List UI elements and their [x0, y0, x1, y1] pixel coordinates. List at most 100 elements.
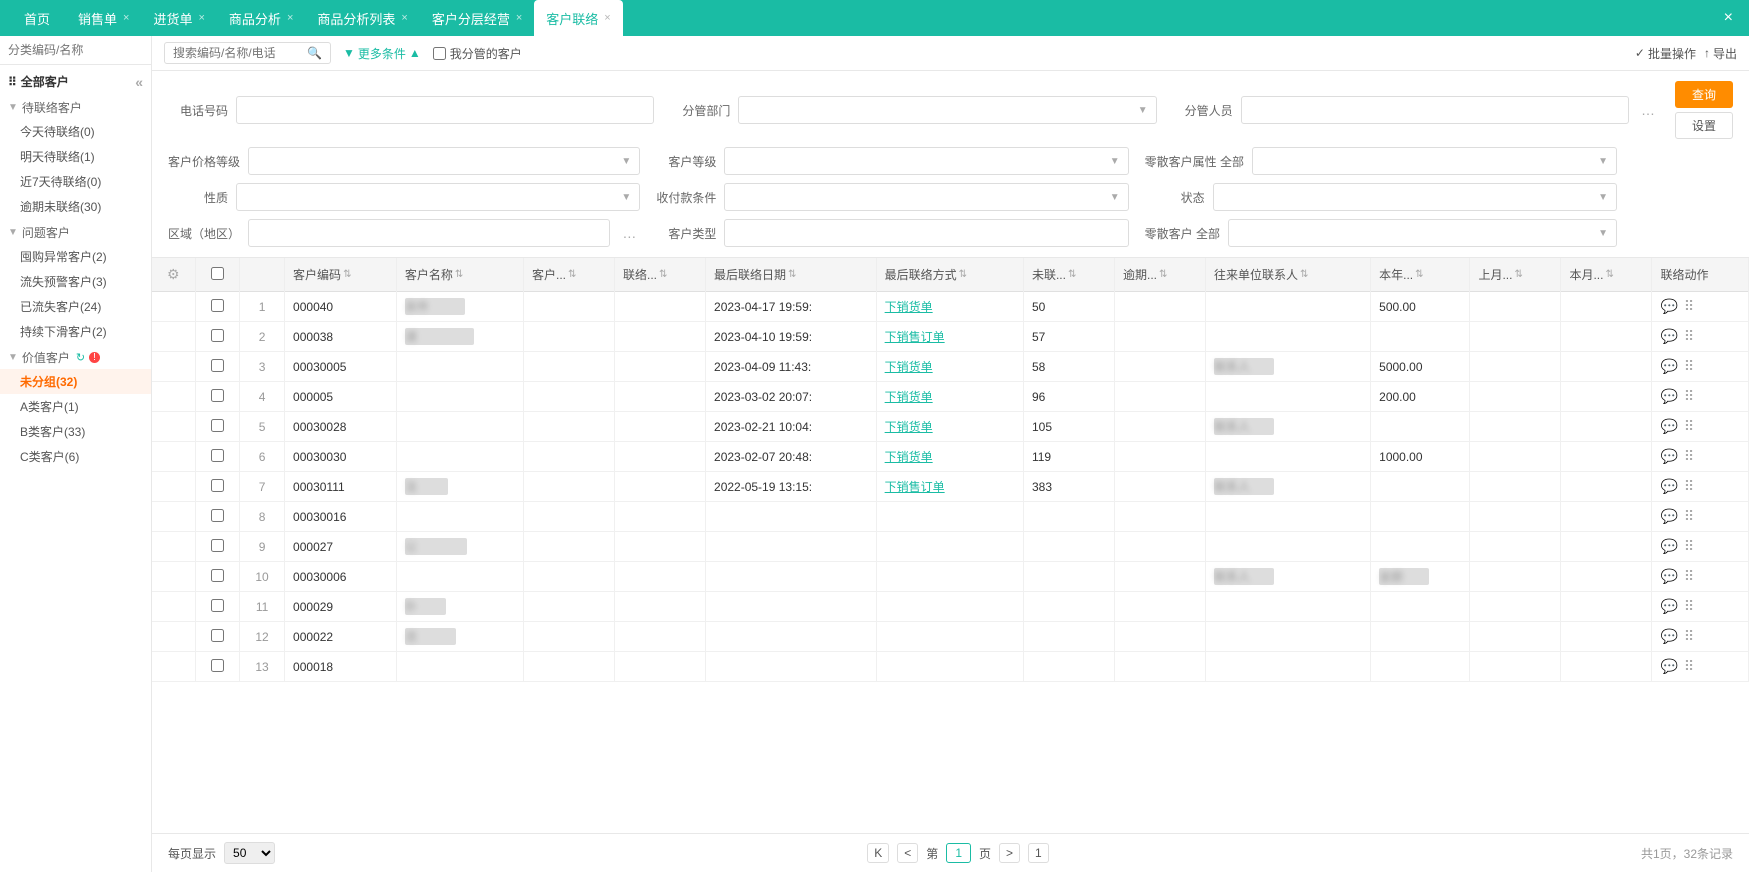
row-last-method[interactable]: 下销售订单: [876, 472, 1023, 502]
sidebar-item-today-pending[interactable]: 今天待联络(0): [0, 119, 151, 144]
all-customers-header[interactable]: ⠿ 全部客户 «: [0, 65, 151, 94]
settings-column-header[interactable]: ⚙: [152, 258, 195, 292]
chat-icon[interactable]: 💬: [1660, 598, 1677, 615]
row-checkbox[interactable]: [211, 569, 224, 582]
product-analysis-tab-close[interactable]: ×: [287, 12, 293, 24]
reset-button[interactable]: 设置: [1675, 112, 1733, 139]
sidebar-item-lost-customers[interactable]: 已流失客户(24): [0, 294, 151, 319]
first-page-button[interactable]: K: [867, 843, 889, 863]
sidebar-item-7days-pending[interactable]: 近7天待联络(0): [0, 169, 151, 194]
customer-type-column-header[interactable]: 客户... ⇅: [523, 258, 614, 292]
row-last-method[interactable]: 下销货单: [876, 292, 1023, 322]
grid-actions-icon[interactable]: ⠿: [1684, 448, 1694, 465]
select-all-checkbox[interactable]: [211, 267, 224, 280]
nav-tab-home[interactable]: 首页: [8, 0, 66, 36]
filter-more-conditions[interactable]: ▼ 更多条件 ▲: [343, 45, 421, 62]
row-checkbox[interactable]: [211, 599, 224, 612]
nav-close-all[interactable]: ×: [1716, 9, 1741, 27]
dept-select[interactable]: ▼: [738, 96, 1156, 124]
phone-input[interactable]: [236, 96, 654, 124]
row-last-method[interactable]: 下销货单: [876, 382, 1023, 412]
row-checkbox[interactable]: [211, 419, 224, 432]
row-settings-icon[interactable]: [152, 562, 195, 592]
value-customers-refresh-icon[interactable]: ↻: [76, 351, 85, 364]
nav-tab-sales-order[interactable]: 销售单 ×: [66, 0, 141, 36]
chat-icon[interactable]: 💬: [1660, 628, 1677, 645]
row-settings-icon[interactable]: [152, 322, 195, 352]
row-settings-icon[interactable]: [152, 592, 195, 622]
row-settings-icon[interactable]: [152, 412, 195, 442]
row-last-method[interactable]: 下销货单: [876, 412, 1023, 442]
chat-icon[interactable]: 💬: [1660, 418, 1677, 435]
export-button[interactable]: ↑ 导出: [1704, 45, 1737, 62]
price-level-select[interactable]: ▼: [248, 147, 640, 175]
row-last-method[interactable]: 下销售订单: [876, 322, 1023, 352]
sidebar-item-overdue-pending[interactable]: 逾期未联络(30): [0, 194, 151, 219]
next-page-button[interactable]: >: [999, 843, 1020, 863]
row-checkbox[interactable]: [211, 449, 224, 462]
row-checkbox[interactable]: [211, 509, 224, 522]
last-method-link[interactable]: 下销货单: [885, 450, 933, 464]
chat-icon[interactable]: 💬: [1660, 538, 1677, 555]
payment-terms-select[interactable]: ▼: [724, 183, 1128, 211]
sidebar-item-churn-warning[interactable]: 流失预警客户(3): [0, 269, 151, 294]
sidebar-item-tomorrow-pending[interactable]: 明天待联络(1): [0, 144, 151, 169]
row-checkbox[interactable]: [211, 389, 224, 402]
customer-contact-tab-close[interactable]: ×: [604, 12, 610, 24]
grid-actions-icon[interactable]: ⠿: [1684, 568, 1694, 585]
sidebar-search-input[interactable]: [8, 43, 152, 57]
grid-actions-icon[interactable]: ⠿: [1684, 628, 1694, 645]
chat-icon[interactable]: 💬: [1660, 328, 1677, 345]
row-checkbox[interactable]: [211, 479, 224, 492]
nav-tab-product-analysis-list[interactable]: 商品分析列表 ×: [305, 0, 419, 36]
prev-page-button[interactable]: <: [897, 843, 918, 863]
last-method-link[interactable]: 下销货单: [885, 360, 933, 374]
region-input[interactable]: [248, 219, 610, 247]
filter-search-input[interactable]: [173, 46, 303, 60]
customer-level-select[interactable]: ▼: [724, 147, 1128, 175]
chat-icon[interactable]: 💬: [1660, 658, 1677, 675]
my-customers-filter[interactable]: 我分管的客户: [433, 45, 522, 62]
chat-icon[interactable]: 💬: [1660, 388, 1677, 405]
row-last-method[interactable]: 下销货单: [876, 352, 1023, 382]
last-method-link[interactable]: 下销售订单: [885, 330, 945, 344]
problem-customers-section[interactable]: ▼ 问题客户: [0, 219, 151, 244]
row-settings-icon[interactable]: [152, 472, 195, 502]
per-page-select[interactable]: 50 100: [224, 842, 275, 864]
sidebar-item-class-b[interactable]: B类客户(33): [0, 419, 151, 444]
nav-tab-customer-contact[interactable]: 客户联络 ×: [534, 0, 622, 36]
last-contact-date-column-header[interactable]: 最后联络日期 ⇅: [706, 258, 877, 292]
search-button[interactable]: 查询: [1675, 81, 1733, 108]
row-checkbox[interactable]: [211, 659, 224, 672]
row-settings-icon[interactable]: [152, 352, 195, 382]
row-settings-icon[interactable]: [152, 652, 195, 682]
grid-actions-icon[interactable]: ⠿: [1684, 658, 1694, 675]
person-input[interactable]: [1241, 96, 1629, 124]
sidebar-item-class-c[interactable]: C类客户(6): [0, 444, 151, 469]
person-dots-icon[interactable]: …: [1637, 102, 1659, 118]
chat-icon[interactable]: 💬: [1660, 508, 1677, 525]
region-dots-icon[interactable]: …: [618, 225, 640, 241]
sidebar-item-declining-customers[interactable]: 持续下滑客户(2): [0, 319, 151, 344]
grid-actions-icon[interactable]: ⠿: [1684, 298, 1694, 315]
grid-actions-icon[interactable]: ⠿: [1684, 328, 1694, 345]
purchase-order-tab-close[interactable]: ×: [198, 12, 204, 24]
row-checkbox[interactable]: [211, 629, 224, 642]
row-settings-icon[interactable]: [152, 292, 195, 322]
row-last-method[interactable]: 下销货单: [876, 442, 1023, 472]
chat-icon[interactable]: 💬: [1660, 358, 1677, 375]
row-checkbox[interactable]: [211, 299, 224, 312]
sidebar-item-ungrouped[interactable]: 未分组(32): [0, 369, 151, 394]
nav-tab-purchase-order[interactable]: 进货单 ×: [141, 0, 216, 36]
sales-order-tab-close[interactable]: ×: [123, 12, 129, 24]
last-method-link[interactable]: 下销货单: [885, 300, 933, 314]
product-analysis-list-tab-close[interactable]: ×: [401, 12, 407, 24]
grid-actions-icon[interactable]: ⠿: [1684, 478, 1694, 495]
customer-type-input[interactable]: [724, 219, 1128, 247]
row-settings-icon[interactable]: [152, 622, 195, 652]
row-checkbox[interactable]: [211, 359, 224, 372]
customer-name-column-header[interactable]: 客户名称 ⇅: [396, 258, 523, 292]
chat-icon[interactable]: 💬: [1660, 298, 1677, 315]
nav-tab-product-analysis[interactable]: 商品分析 ×: [217, 0, 305, 36]
last-contact-method-column-header[interactable]: 最后联络方式 ⇅: [876, 258, 1023, 292]
